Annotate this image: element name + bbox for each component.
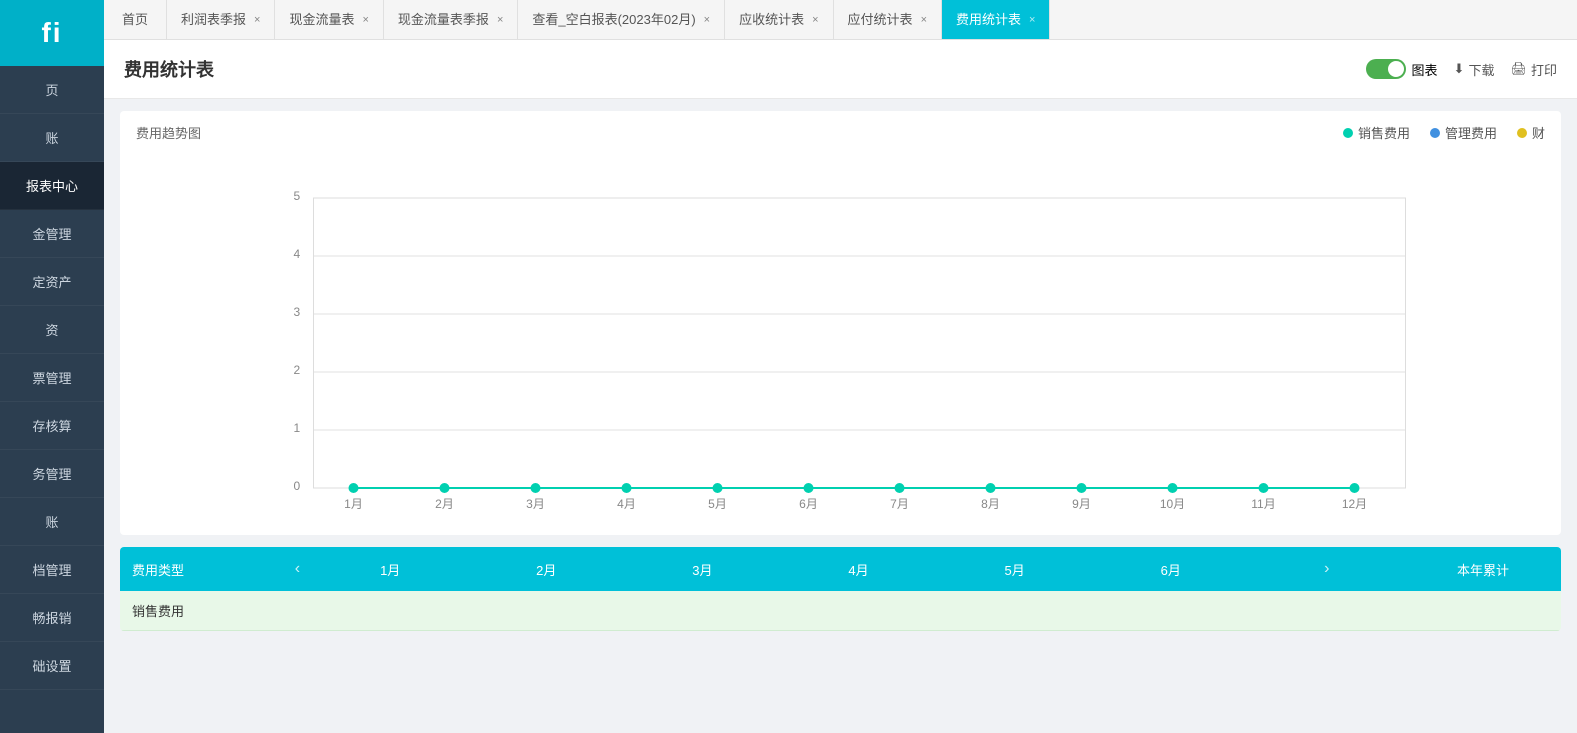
tab-home[interactable]: 首页 [104,0,167,40]
close-cashflow-icon[interactable]: × [362,0,368,40]
svg-text:0: 0 [294,479,301,493]
legend-finance-dot [1517,128,1527,138]
sidebar: fi 页 账 报表中心 金管理 定资产 资 票管理 存核算 务管理 账 档管理 … [0,0,104,733]
tab-receivable[interactable]: 应收统计表 × [725,0,833,40]
chart-toggle-label: 图表 [1412,60,1438,79]
sidebar-item-inventory[interactable]: 存核算 [0,402,104,450]
th-m6: 6月 [1093,560,1249,579]
td-type: 销售费用 [120,601,312,620]
svg-text:2月: 2月 [435,497,454,511]
sidebar-item-files[interactable]: 档管理 [0,546,104,594]
page-content: 费用统计表 图表 ⬇ 下载 🖨 打印 费用趋势图 [104,40,1577,733]
sidebar-item-settings[interactable]: 础设置 [0,642,104,690]
page-header: 费用统计表 图表 ⬇ 下载 🖨 打印 [104,40,1577,99]
tab-expense-stats[interactable]: 费用统计表 × [942,0,1050,40]
close-blank-icon[interactable]: × [704,0,710,40]
sidebar-item-expense[interactable]: 畅报销 [0,594,104,642]
chart-title: 费用趋势图 [136,123,201,142]
sidebar-logo: fi [0,0,104,66]
th-next-arrow: › [1249,560,1405,578]
svg-text:8月: 8月 [981,497,1000,511]
header-actions: 图表 ⬇ 下载 🖨 打印 [1366,59,1557,79]
sidebar-item-home[interactable]: 页 [0,66,104,114]
legend-sales-dot [1343,128,1353,138]
th-total: 本年累计 [1405,560,1561,579]
close-payable-icon[interactable]: × [921,0,927,40]
sidebar-item-ledger[interactable]: 账 [0,498,104,546]
tabs-bar: 首页 利润表季报 × 现金流量表 × 现金流量表季报 × 查看_空白报表(202… [104,0,1577,40]
tab-payable[interactable]: 应付统计表 × [834,0,942,40]
download-button[interactable]: ⬇ 下载 [1454,60,1495,79]
legend-admin-dot [1430,128,1440,138]
chart-container: 费用趋势图 销售费用 管理费用 财 [120,111,1561,535]
chart-legend: 销售费用 管理费用 财 [1343,123,1545,142]
legend-admin: 管理费用 [1430,123,1497,142]
svg-text:3: 3 [294,305,301,319]
print-button[interactable]: 🖨 打印 [1510,60,1557,79]
table-next-arrow[interactable]: › [1324,560,1329,578]
print-icon: 🖨 [1510,61,1527,77]
chart-svg-wrapper: 0 1 2 3 4 5 1月 2月 [136,150,1545,523]
sidebar-item-affairs[interactable]: 务管理 [0,450,104,498]
th-m2: 2月 [468,560,624,579]
svg-text:12月: 12月 [1342,497,1367,511]
sidebar-item-capital[interactable]: 资 [0,306,104,354]
tab-cashflow[interactable]: 现金流量表 × [275,0,383,40]
table-row: 销售费用 [120,591,1561,631]
legend-sales: 销售费用 [1343,123,1410,142]
trend-chart: 0 1 2 3 4 5 1月 2月 [136,150,1545,520]
close-receivable-icon[interactable]: × [812,0,818,40]
legend-finance: 财 [1517,123,1545,142]
table-header-row: 费用类型 ‹ 1月 2月 3月 4月 5月 6月 › 本年累计 [120,547,1561,591]
sidebar-item-assets[interactable]: 定资产 [0,258,104,306]
table-section: 费用类型 ‹ 1月 2月 3月 4月 5月 6月 › 本年累计 销售费用 [120,547,1561,631]
svg-text:9月: 9月 [1072,497,1091,511]
close-profit-icon[interactable]: × [254,0,260,40]
svg-text:4月: 4月 [617,497,636,511]
download-icon: ⬇ [1454,61,1465,77]
svg-text:2: 2 [294,363,301,377]
tab-profit[interactable]: 利润表季报 × [167,0,275,40]
close-cashflow-q-icon[interactable]: × [497,0,503,40]
tab-blank[interactable]: 查看_空白报表(2023年02月) × [518,0,725,40]
svg-text:4: 4 [294,247,301,261]
chart-header: 费用趋势图 销售费用 管理费用 财 [136,123,1545,142]
svg-text:5: 5 [294,189,301,203]
chart-toggle[interactable] [1366,59,1406,79]
th-m3: 3月 [624,560,780,579]
sidebar-item-account[interactable]: 账 [0,114,104,162]
th-type: 费用类型 ‹ [120,560,312,579]
tab-cashflow-q[interactable]: 现金流量表季报 × [384,0,518,40]
table-prev-arrow[interactable]: ‹ [295,560,300,578]
svg-text:1: 1 [294,421,301,435]
close-expense-stats-icon[interactable]: × [1029,0,1035,40]
svg-text:3月: 3月 [526,497,545,511]
chart-toggle-wrapper: 图表 [1366,59,1438,79]
sidebar-item-finance[interactable]: 金管理 [0,210,104,258]
svg-text:6月: 6月 [799,497,818,511]
th-m4: 4月 [780,560,936,579]
svg-text:10月: 10月 [1160,497,1185,511]
svg-text:1月: 1月 [344,497,363,511]
sidebar-item-reports[interactable]: 报表中心 [0,162,104,210]
page-title: 费用统计表 [124,56,214,82]
th-m5: 5月 [937,560,1093,579]
svg-text:7月: 7月 [890,497,909,511]
sidebar-item-invoices[interactable]: 票管理 [0,354,104,402]
th-m1: 1月 [312,560,468,579]
main-area: 首页 利润表季报 × 现金流量表 × 现金流量表季报 × 查看_空白报表(202… [104,0,1577,733]
svg-text:11月: 11月 [1251,497,1275,511]
svg-text:5月: 5月 [708,497,727,511]
